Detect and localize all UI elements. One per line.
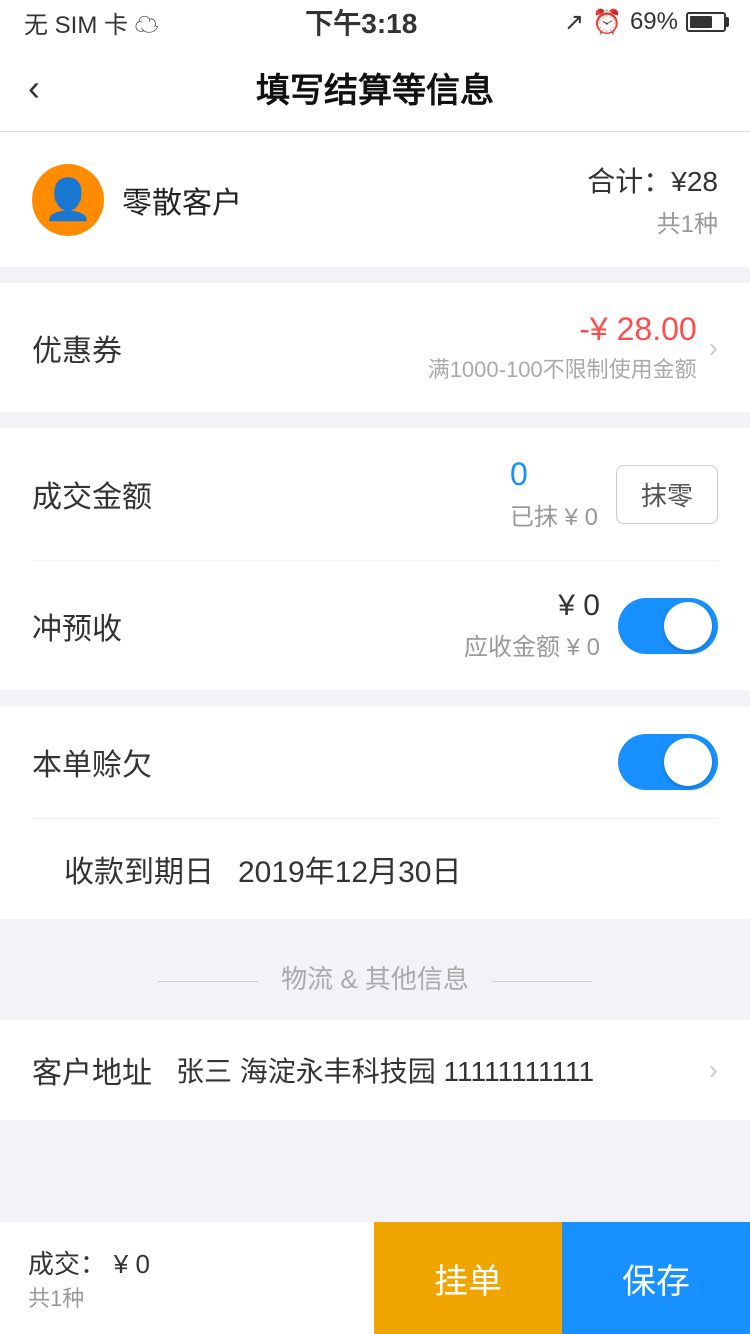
toggle-knob (664, 602, 712, 650)
back-button[interactable]: ‹ (28, 67, 40, 109)
address-label: 客户地址 (32, 1048, 152, 1092)
prepayment-amount: ¥ 0 (464, 589, 600, 623)
content-area: 👤 零散客户 合计：¥28 共1种 优惠券 -¥ 28.00 满1000-100… (0, 132, 750, 1250)
customer-left: 👤 零散客户 (32, 164, 242, 236)
bottom-deal-row: 成交： ¥ 0 (28, 1244, 346, 1281)
customer-row: 👤 零散客户 合计：¥28 共1种 (0, 132, 750, 267)
due-date-row: 收款到期日 2019年12月30日 (32, 819, 718, 919)
address-chevron-icon: › (709, 1054, 718, 1086)
chevron-right-icon: › (709, 332, 718, 364)
coupon-right: -¥ 28.00 满1000-100不限制使用金额 › (428, 311, 718, 384)
deal-amount-label: 成交金额 (32, 472, 152, 516)
prepayment-row: 冲预收 ¥ 0 应收金额 ¥ 0 (32, 561, 718, 690)
logistics-header: 物流 & 其他信息 (0, 935, 750, 1020)
battery-percent: 69% (630, 8, 678, 36)
total-count: 共1种 (587, 204, 718, 239)
coupon-label: 优惠券 (32, 326, 122, 370)
status-bar: 无 SIM 卡 ☁ 下午3:18 ↗ ⏰ 69% (0, 0, 750, 44)
due-date-label: 收款到期日 (64, 847, 214, 891)
deal-amount-right: 0 已抹 ¥ 0 抹零 (510, 456, 718, 532)
page-title: 填写结算等信息 (256, 63, 494, 112)
prepayment-right: ¥ 0 应收金额 ¥ 0 (464, 589, 718, 662)
sim-status: 无 SIM 卡 ☁ (24, 5, 159, 40)
due-date-value: 2019年12月30日 (238, 847, 461, 891)
credit-toggle-knob (664, 738, 712, 786)
prepayment-label: 冲预收 (32, 604, 122, 648)
total-amount: 合计：¥28 (587, 160, 718, 200)
prepayment-sub: 应收金额 ¥ 0 (464, 627, 600, 662)
bottom-deal-label: 成交： (28, 1249, 106, 1279)
round-zero-button[interactable]: 抹零 (616, 465, 718, 524)
status-time: 下午3:18 (305, 2, 417, 42)
deal-amount-sub: 已抹 ¥ 0 (510, 497, 598, 532)
credit-row: 本单赊欠 (32, 706, 718, 819)
form-section: 成交金额 0 已抹 ¥ 0 抹零 冲预收 ¥ 0 应收金额 ¥ 0 (0, 428, 750, 690)
address-row[interactable]: 客户地址 张三 海淀永丰科技园 11111111111 › (0, 1020, 750, 1120)
coupon-row[interactable]: 优惠券 -¥ 28.00 满1000-100不限制使用金额 › (0, 283, 750, 412)
logistics-header-text: 物流 & 其他信息 (281, 964, 469, 994)
credit-section: 本单赊欠 收款到期日 2019年12月30日 (0, 706, 750, 919)
address-value: 张三 海淀永丰科技园 11111111111 (176, 1050, 594, 1090)
credit-right (618, 734, 718, 790)
hangup-button[interactable]: 挂单 (374, 1222, 562, 1334)
address-left: 客户地址 张三 海淀永丰科技园 11111111111 (32, 1048, 594, 1092)
bottom-left: 成交： ¥ 0 共1种 (0, 1244, 374, 1313)
location-icon: ↗ (564, 8, 584, 37)
credit-label: 本单赊欠 (32, 740, 152, 784)
alarm-icon: ⏰ (592, 8, 622, 37)
bottom-bar: 成交： ¥ 0 共1种 挂单 保存 (0, 1222, 750, 1334)
customer-right: 合计：¥28 共1种 (587, 160, 718, 239)
coupon-amount: -¥ 28.00 (428, 311, 697, 348)
save-button[interactable]: 保存 (562, 1222, 750, 1334)
bottom-deal-count: 共1种 (28, 1281, 346, 1313)
bottom-deal-amount: ¥ 0 (114, 1249, 150, 1279)
deal-amount-row: 成交金额 0 已抹 ¥ 0 抹零 (32, 428, 718, 561)
status-left: 无 SIM 卡 ☁ (24, 5, 159, 40)
prepayment-toggle[interactable] (618, 598, 718, 654)
deal-amount-value: 0 (510, 456, 598, 493)
battery-icon (686, 12, 726, 32)
nav-bar: ‹ 填写结算等信息 (0, 44, 750, 132)
avatar: 👤 (32, 164, 104, 236)
customer-name: 零散客户 (122, 178, 242, 222)
status-right: ↗ ⏰ 69% (564, 8, 726, 37)
credit-toggle[interactable] (618, 734, 718, 790)
coupon-desc: 满1000-100不限制使用金额 (428, 352, 697, 384)
